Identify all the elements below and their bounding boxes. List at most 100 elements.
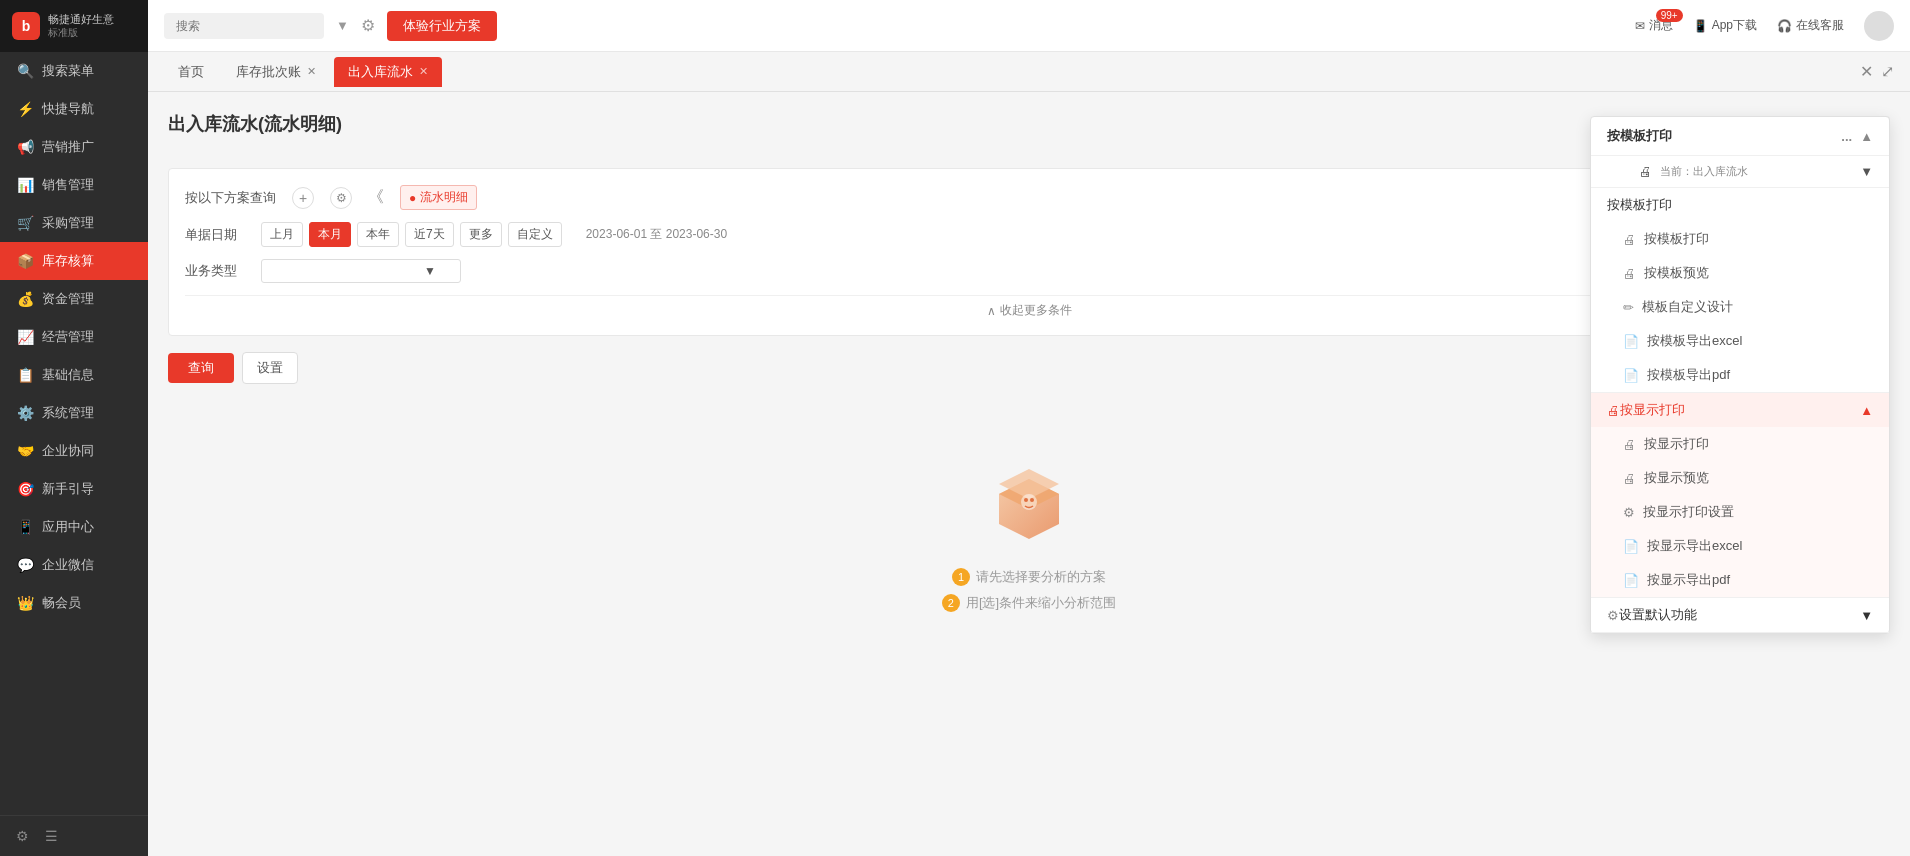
tab-inout-flow[interactable]: 出入库流水 ✕ [334, 57, 442, 87]
sidebar-label-inventory: 库存核算 [42, 252, 94, 270]
dropdown-display-settings[interactable]: ⚙ 按显示打印设置 [1591, 495, 1889, 529]
filter-collapse-btn[interactable]: 《 [368, 187, 384, 208]
topbar-gear-icon[interactable]: ⚙ [361, 16, 375, 35]
dropdown-display-preview[interactable]: 🖨 按显示预览 [1591, 461, 1889, 495]
sidebar-label-quick-nav: 快捷导航 [42, 100, 94, 118]
sidebar-item-cooperation[interactable]: 🤝 企业协同 [0, 432, 148, 470]
empty-hint-2: 2 用[选]条件来缩小分析范围 [942, 594, 1116, 612]
template-section-header[interactable]: 按模板打印 [1591, 188, 1889, 222]
default-section-label: 设置默认功能 [1619, 606, 1697, 624]
message-btn[interactable]: ✉ 消息 99+ [1635, 17, 1673, 34]
search-input[interactable] [164, 13, 324, 39]
date-filter-label: 单据日期 [185, 226, 245, 244]
dropdown-template-pdf[interactable]: 📄 按模板导出pdf [1591, 358, 1889, 392]
filter-tag-icon: ● [409, 191, 416, 205]
dropdown-template-excel[interactable]: 📄 按模板导出excel [1591, 324, 1889, 358]
date-btn-this-year[interactable]: 本年 [357, 222, 399, 247]
sidebar-item-inventory[interactable]: 📦 库存核算 [0, 242, 148, 280]
sidebar-icon-enterprise-wx: 💬 [16, 557, 34, 573]
sidebar-item-search[interactable]: 🔍 搜索菜单 [0, 52, 148, 90]
tab-batch-account[interactable]: 库存批次账 ✕ [222, 57, 330, 87]
display-pdf-icon: 📄 [1623, 573, 1639, 588]
dropdown-template-print[interactable]: 🖨 按模板打印 [1591, 222, 1889, 256]
date-btn-7-days[interactable]: 近7天 [405, 222, 454, 247]
trial-button[interactable]: 体验行业方案 [387, 11, 497, 41]
close-window-btn[interactable]: ✕ [1860, 62, 1873, 81]
dropdown-current-item[interactable]: 🖨 当前：出入库流水 ▼ [1591, 156, 1889, 187]
tab-label-inout-flow: 出入库流水 [348, 63, 413, 81]
default-section-header[interactable]: ⚙ 设置默认功能 ▼ [1591, 598, 1889, 632]
display-section-icon: 🖨 [1607, 403, 1620, 418]
filter-tag[interactable]: ● 流水明细 [400, 185, 477, 210]
sidebar-label-system: 系统管理 [42, 404, 94, 422]
sidebar-item-app-center[interactable]: 📱 应用中心 [0, 508, 148, 546]
logo-icon: b [12, 12, 40, 40]
dropdown-default-section: ⚙ 设置默认功能 ▼ [1591, 598, 1889, 633]
sidebar-menu-btn[interactable]: ☰ [45, 828, 58, 844]
sidebar-icon-finance: 💰 [16, 291, 34, 307]
dropdown-chevron-up-icon[interactable]: ▲ [1860, 129, 1873, 144]
tab-home[interactable]: 首页 [164, 57, 218, 87]
dropdown-display-print[interactable]: 🖨 按显示打印 [1591, 427, 1889, 461]
maximize-window-btn[interactable]: ⤢ [1881, 62, 1894, 81]
online-service-btn[interactable]: 🎧 在线客服 [1777, 17, 1844, 34]
sidebar-item-system[interactable]: ⚙️ 系统管理 [0, 394, 148, 432]
window-controls: ✕ ⤢ [1860, 62, 1894, 81]
business-type-chevron-icon: ▼ [424, 264, 436, 278]
dropdown-template-preview[interactable]: 🖨 按模板预览 [1591, 256, 1889, 290]
main-content: ▼ ⚙ 体验行业方案 ✉ 消息 99+ 📱 App下载 🎧 在线客服 首页库存批… [148, 0, 1910, 856]
dropdown-template-custom[interactable]: ✏ 模板自定义设计 [1591, 290, 1889, 324]
display-section-header[interactable]: 🖨 按显示打印 ▲ [1591, 393, 1889, 427]
sidebar-item-marketing[interactable]: 📢 营销推广 [0, 128, 148, 166]
template-excel-icon: 📄 [1623, 334, 1639, 349]
business-type-select[interactable]: ▼ [261, 259, 461, 283]
query-btn[interactable]: 查询 [168, 353, 234, 383]
tab-close-inout-flow[interactable]: ✕ [419, 65, 428, 78]
tab-close-icon-inout-flow: ✕ [419, 65, 428, 77]
tab-close-batch-account[interactable]: ✕ [307, 65, 316, 78]
message-badge: 99+ [1656, 9, 1683, 22]
empty-illustration [979, 444, 1079, 544]
logo-text: 畅捷通好生意 标准版 [48, 12, 114, 40]
sidebar-label-enterprise-wx: 企业微信 [42, 556, 94, 574]
sidebar-item-purchase[interactable]: 🛒 采购管理 [0, 204, 148, 242]
user-avatar[interactable] [1864, 11, 1894, 41]
app-download-btn[interactable]: 📱 App下载 [1693, 17, 1757, 34]
dropdown-display-excel[interactable]: 📄 按显示导出excel [1591, 529, 1889, 563]
sidebar-icon-sales: 📊 [16, 177, 34, 193]
dropdown-header: 按模板打印 ... ▲ [1591, 117, 1889, 156]
date-btn-this-month[interactable]: 本月 [309, 222, 351, 247]
sidebar-item-vip[interactable]: 👑 畅会员 [0, 584, 148, 622]
sidebar-item-enterprise-wx[interactable]: 💬 企业微信 [0, 546, 148, 584]
sidebar-item-quick-nav[interactable]: ⚡ 快捷导航 [0, 90, 148, 128]
sidebar-item-sales[interactable]: 📊 销售管理 [0, 166, 148, 204]
collapse-icon: ∧ [987, 304, 996, 318]
filter-tag-label: 流水明细 [420, 189, 468, 206]
sidebar: b 畅捷通好生意 标准版 🔍 搜索菜单 ⚡ 快捷导航 📢 营销推广 📊 销售管理… [0, 0, 148, 856]
sidebar-settings-btn[interactable]: ⚙ [16, 828, 29, 844]
sidebar-item-guide[interactable]: 🎯 新手引导 [0, 470, 148, 508]
settings-btn[interactable]: 设置 [242, 352, 298, 384]
template-custom-icon: ✏ [1623, 300, 1634, 315]
display-excel-icon: 📄 [1623, 539, 1639, 554]
sidebar-icon-cooperation: 🤝 [16, 443, 34, 459]
date-btn-more[interactable]: 更多 [460, 222, 502, 247]
sidebar-label-marketing: 营销推广 [42, 138, 94, 156]
print-dropdown: 按模板打印 ... ▲ 🖨 当前：出入库流水 ▼ [1590, 116, 1890, 634]
filter-add-btn[interactable]: + [292, 187, 314, 209]
sidebar-item-finance[interactable]: 💰 资金管理 [0, 280, 148, 318]
date-range-display: 2023-06-01 至 2023-06-30 [586, 226, 727, 243]
tab-label-home: 首页 [178, 63, 204, 81]
search-chevron-icon[interactable]: ▼ [336, 18, 349, 33]
dropdown-more-icon[interactable]: ... [1841, 129, 1852, 144]
dropdown-template-section: 按模板打印 🖨 按模板打印 🖨 按模板预览 ✏ 模板自定义设计 [1591, 188, 1889, 393]
date-btn-custom[interactable]: 自定义 [508, 222, 562, 247]
date-btn-last-month[interactable]: 上月 [261, 222, 303, 247]
empty-hint-2-text: 用[选]条件来缩小分析范围 [966, 594, 1116, 612]
filter-gear-btn[interactable]: ⚙ [330, 187, 352, 209]
template-section-label: 按模板打印 [1607, 196, 1672, 214]
empty-hint-1-text: 请先选择要分析的方案 [976, 568, 1106, 586]
dropdown-display-pdf[interactable]: 📄 按显示导出pdf [1591, 563, 1889, 597]
sidebar-item-basic[interactable]: 📋 基础信息 [0, 356, 148, 394]
sidebar-item-operations[interactable]: 📈 经营管理 [0, 318, 148, 356]
